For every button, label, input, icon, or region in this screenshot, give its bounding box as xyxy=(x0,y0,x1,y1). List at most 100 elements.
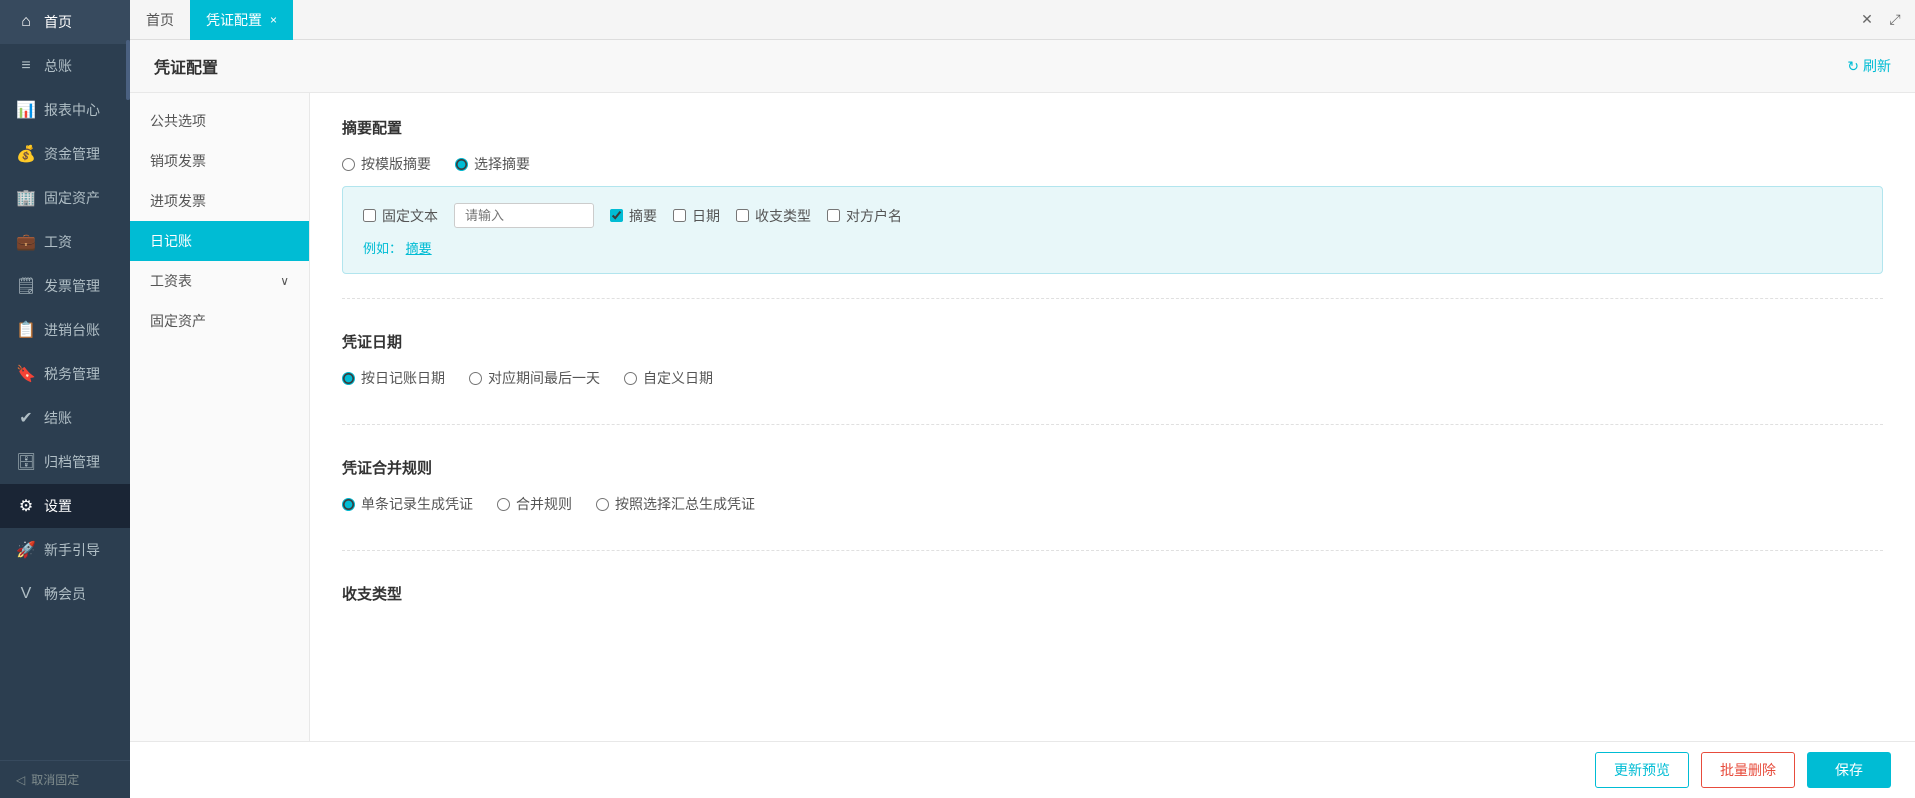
checkbox-counterpart[interactable]: 对方户名 xyxy=(827,206,902,226)
main-area: 首页 凭证配置 × ✕ ⤢ 凭证配置 ↻ 刷新 公共选项 销项发票 进 xyxy=(130,0,1915,798)
radio-select-summary-input[interactable] xyxy=(455,158,468,171)
checkbox-income-type-input[interactable] xyxy=(736,209,749,222)
date-radio-row: 按日记账日期 对应期间最后一天 自定义日期 xyxy=(342,368,1883,388)
sidebar-item-funds[interactable]: 💰 资金管理 xyxy=(0,132,130,176)
content-layout: 公共选项 销项发票 进项发票 日记账 工资表 ∨ 固定资产 摘要配置 xyxy=(130,93,1915,741)
radio-custom-date[interactable]: 自定义日期 xyxy=(624,368,713,388)
sidebar-item-closing[interactable]: ✔ 结账 xyxy=(0,396,130,440)
nav-item-sales-label: 销项发票 xyxy=(150,151,206,171)
sidebar-footer-label: 取消固定 xyxy=(31,771,79,788)
radio-period-last[interactable]: 对应期间最后一天 xyxy=(469,368,600,388)
radio-single-record-input[interactable] xyxy=(342,498,355,511)
radio-journal-date[interactable]: 按日记账日期 xyxy=(342,368,445,388)
radio-journal-date-input[interactable] xyxy=(342,372,355,385)
checkbox-abstract[interactable]: 摘要 xyxy=(610,206,657,226)
save-button[interactable]: 保存 xyxy=(1807,752,1891,788)
tab-home[interactable]: 首页 xyxy=(130,0,190,40)
batch-delete-button[interactable]: 批量删除 xyxy=(1701,752,1795,788)
sidebar-item-label: 畅会员 xyxy=(44,584,86,604)
radio-merge-rule-input[interactable] xyxy=(497,498,510,511)
tab-maximize-button[interactable]: ⤢ xyxy=(1883,8,1907,32)
checkbox-counterpart-input[interactable] xyxy=(827,209,840,222)
radio-template-summary-input[interactable] xyxy=(342,158,355,171)
nav-item-sales[interactable]: 销项发票 xyxy=(130,141,309,181)
sidebar-item-archive[interactable]: 🗄 归档管理 xyxy=(0,440,130,484)
sidebar-item-ledger[interactable]: ≡ 总账 xyxy=(0,44,130,88)
radio-period-last-input[interactable] xyxy=(469,372,482,385)
radio-merge-rule[interactable]: 合并规则 xyxy=(497,494,572,514)
radio-select-summary-label: 选择摘要 xyxy=(474,154,530,174)
radio-custom-date-label: 自定义日期 xyxy=(643,368,713,388)
chevron-down-icon: ∨ xyxy=(280,274,289,288)
refresh-label: 刷新 xyxy=(1863,56,1891,76)
nav-item-public[interactable]: 公共选项 xyxy=(130,101,309,141)
refresh-button[interactable]: ↻ 刷新 xyxy=(1847,56,1891,76)
summary-radio-row: 按模版摘要 选择摘要 xyxy=(342,154,1883,174)
radio-select-summary[interactable]: 选择摘要 xyxy=(455,154,530,174)
section-merge-title: 凭证合并规则 xyxy=(342,457,1883,478)
sidebar-item-assets[interactable]: 🏢 固定资产 xyxy=(0,176,130,220)
right-content: 摘要配置 按模版摘要 选择摘要 固定文本 xyxy=(310,93,1915,741)
checkbox-date-label: 日期 xyxy=(692,206,720,226)
checkbox-abstract-input[interactable] xyxy=(610,209,623,222)
sidebar-item-home[interactable]: ⌂ 首页 xyxy=(0,0,130,44)
sidebar-item-stock[interactable]: 📋 进销台账 xyxy=(0,308,130,352)
ledger-icon: ≡ xyxy=(16,57,36,75)
sidebar-item-label: 税务管理 xyxy=(44,364,100,384)
sidebar-item-salary[interactable]: 💼 工资 xyxy=(0,220,130,264)
radio-single-record[interactable]: 单条记录生成凭证 xyxy=(342,494,473,514)
checkbox-fixed-text-label: 固定文本 xyxy=(382,206,438,226)
radio-journal-date-label: 按日记账日期 xyxy=(361,368,445,388)
example-text: 例如： 摘要 xyxy=(363,238,1862,257)
sidebar-item-reports[interactable]: 📊 报表中心 xyxy=(0,88,130,132)
pin-icon: ◁ xyxy=(16,773,25,787)
sidebar-footer[interactable]: ◁ 取消固定 xyxy=(0,760,130,798)
checkbox-income-type[interactable]: 收支类型 xyxy=(736,206,811,226)
reports-icon: 📊 xyxy=(16,100,36,120)
nav-item-payroll[interactable]: 工资表 ∨ xyxy=(130,261,309,301)
radio-summary-gen-input[interactable] xyxy=(596,498,609,511)
nav-item-purchase[interactable]: 进项发票 xyxy=(130,181,309,221)
checkbox-date[interactable]: 日期 xyxy=(673,206,720,226)
checkbox-fixed-text[interactable]: 固定文本 xyxy=(363,206,438,226)
checkbox-fixed-text-input[interactable] xyxy=(363,209,376,222)
radio-custom-date-input[interactable] xyxy=(624,372,637,385)
sidebar-item-label: 资金管理 xyxy=(44,144,100,164)
radio-period-last-label: 对应期间最后一天 xyxy=(488,368,600,388)
checkbox-date-input[interactable] xyxy=(673,209,686,222)
sidebar-item-label: 总账 xyxy=(44,56,72,76)
bottom-bar: 更新预览 批量删除 保存 xyxy=(130,741,1915,798)
nav-item-purchase-label: 进项发票 xyxy=(150,191,206,211)
invoice-icon: 🗒 xyxy=(16,276,36,296)
sidebar-item-guide[interactable]: 🚀 新手引导 xyxy=(0,528,130,572)
sidebar-item-label: 工资 xyxy=(44,232,72,252)
tab-close-button[interactable]: × xyxy=(270,13,277,27)
radio-summary-gen[interactable]: 按照选择汇总生成凭证 xyxy=(596,494,755,514)
section-summary: 摘要配置 按模版摘要 选择摘要 固定文本 xyxy=(342,117,1883,299)
tab-controls: ✕ ⤢ xyxy=(1855,8,1915,32)
checkbox-counterpart-label: 对方户名 xyxy=(846,206,902,226)
radio-template-summary-label: 按模版摘要 xyxy=(361,154,431,174)
update-preview-button[interactable]: 更新预览 xyxy=(1595,752,1689,788)
tab-bar: 首页 凭证配置 × ✕ ⤢ xyxy=(130,0,1915,40)
sidebar-item-invoice[interactable]: 🗒 发票管理 xyxy=(0,264,130,308)
nav-item-journal[interactable]: 日记账 xyxy=(130,221,309,261)
sidebar-item-vip[interactable]: V 畅会员 xyxy=(0,572,130,616)
merge-radio-row: 单条记录生成凭证 合并规则 按照选择汇总生成凭证 xyxy=(342,494,1883,514)
radio-merge-rule-label: 合并规则 xyxy=(516,494,572,514)
section-income-type: 收支类型 xyxy=(342,583,1883,644)
sidebar-item-label: 新手引导 xyxy=(44,540,100,560)
example-value: 摘要 xyxy=(406,241,432,256)
nav-item-fixed-assets-label: 固定资产 xyxy=(150,311,206,331)
sidebar-item-tax[interactable]: 🔖 税务管理 xyxy=(0,352,130,396)
sidebar-item-settings[interactable]: ⚙ 设置 xyxy=(0,484,130,528)
tab-voucher-config[interactable]: 凭证配置 × xyxy=(190,0,293,40)
tab-active-label: 凭证配置 xyxy=(206,10,262,30)
section-summary-title: 摘要配置 xyxy=(342,117,1883,138)
nav-item-fixed-assets[interactable]: 固定资产 xyxy=(130,301,309,341)
sidebar: ⌂ 首页 ≡ 总账 📊 报表中心 💰 资金管理 🏢 固定资产 💼 工资 🗒 发票… xyxy=(0,0,130,798)
radio-template-summary[interactable]: 按模版摘要 xyxy=(342,154,431,174)
tab-close-window-button[interactable]: ✕ xyxy=(1855,8,1879,32)
fixed-text-input[interactable] xyxy=(454,203,594,228)
radio-single-record-label: 单条记录生成凭证 xyxy=(361,494,473,514)
